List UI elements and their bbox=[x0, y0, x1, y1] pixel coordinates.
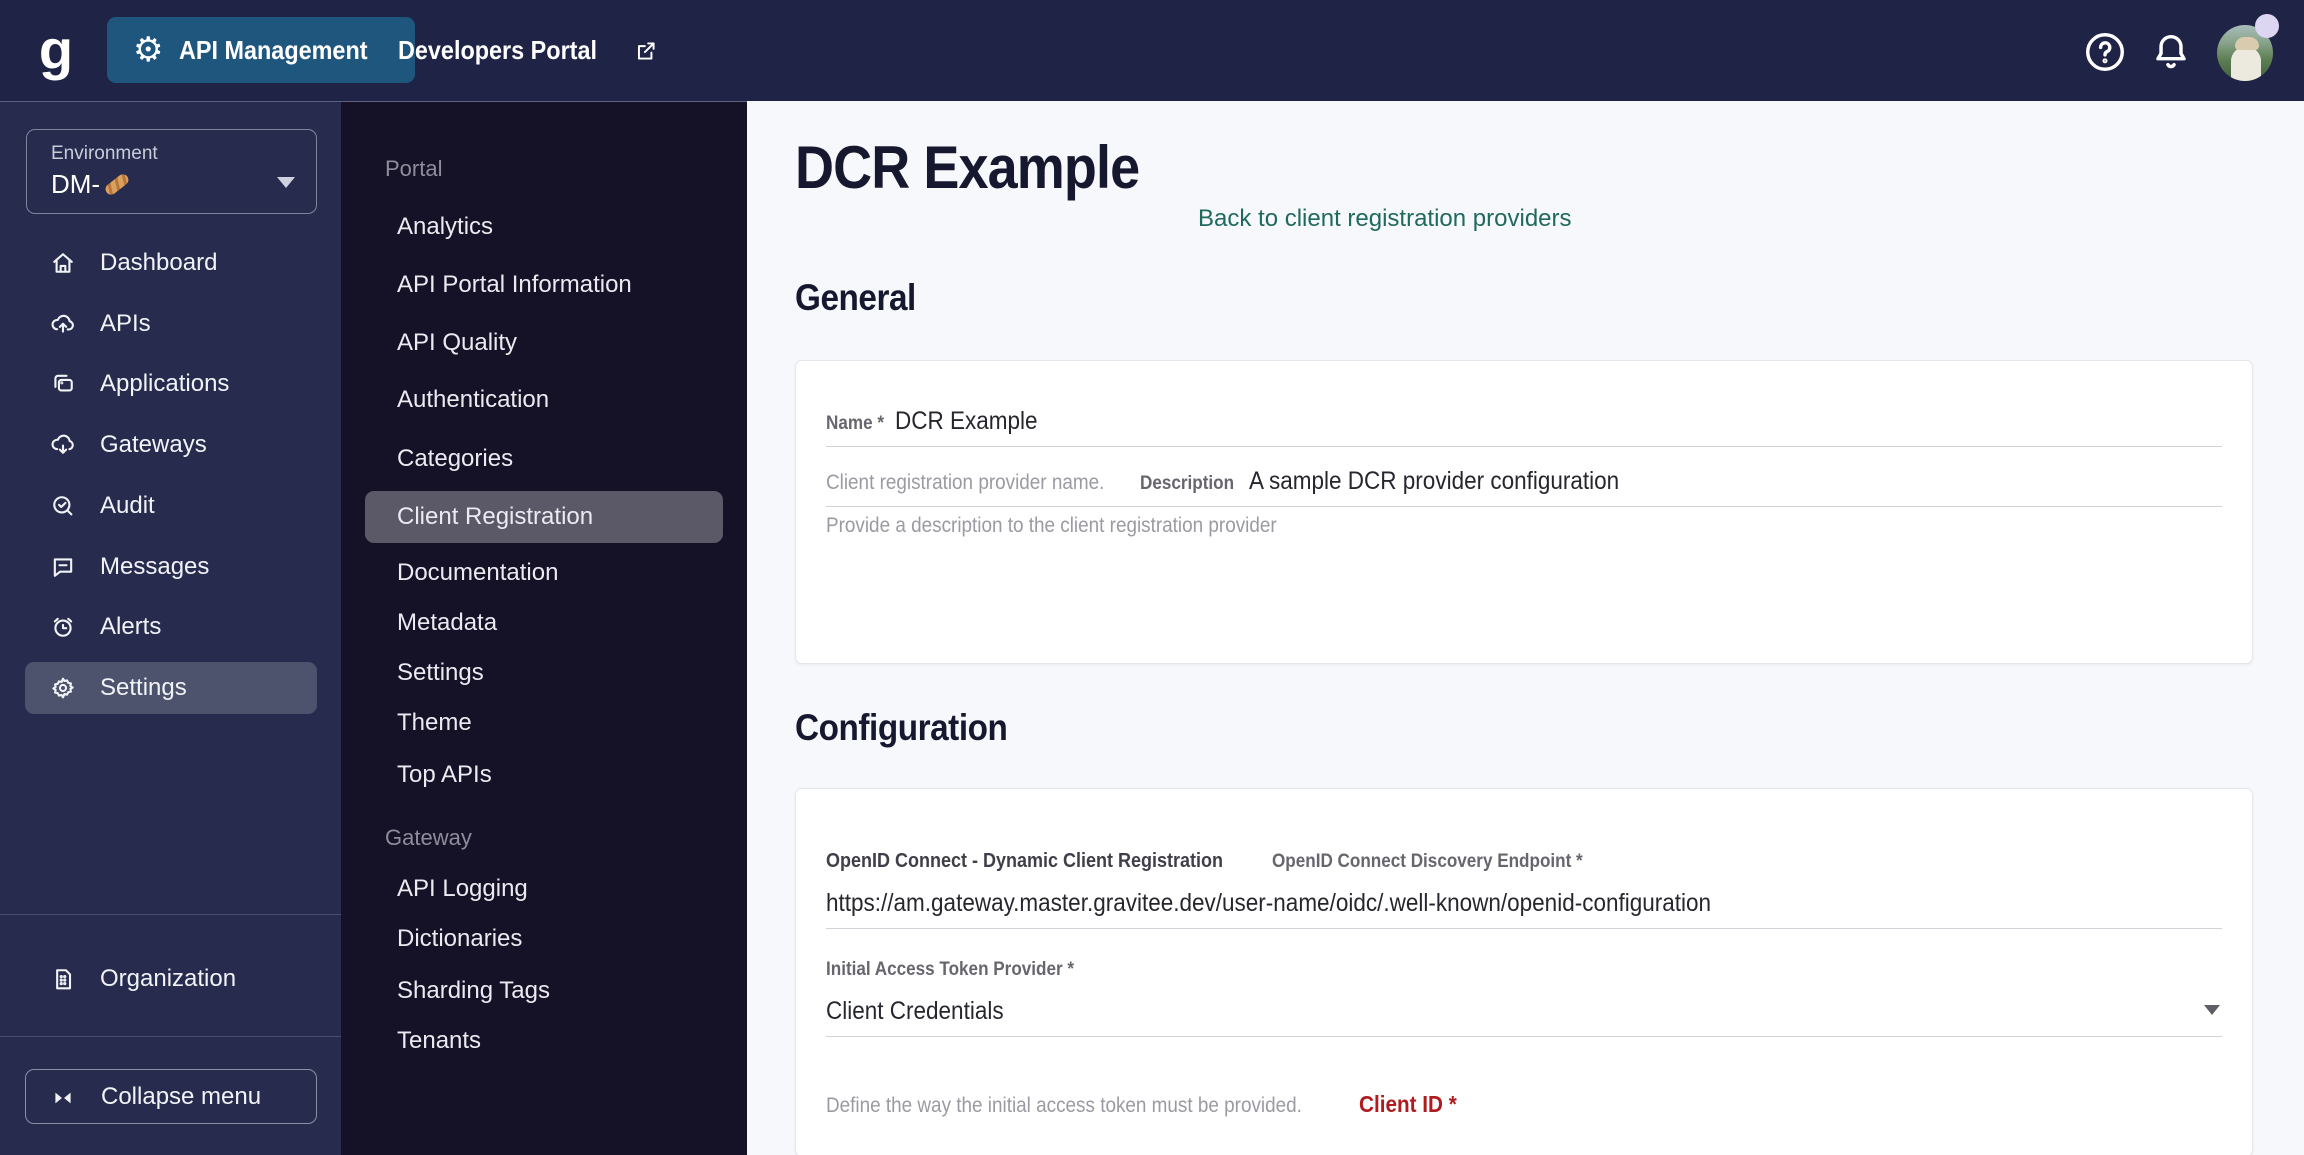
configuration-card: OpenID Connect - Dynamic Client Registra… bbox=[795, 788, 2253, 1155]
discovery-endpoint-input[interactable]: https://am.gateway.master.gravitee.dev/u… bbox=[826, 889, 1711, 918]
token-provider-label: Initial Access Token Provider * bbox=[826, 959, 1074, 981]
developers-portal-label: Developers Portal bbox=[398, 35, 597, 66]
home-icon bbox=[49, 249, 77, 277]
sidebar-item-applications[interactable]: Applications bbox=[25, 358, 317, 410]
client-id-error-label: Client ID * bbox=[1359, 1091, 1457, 1118]
submenu-item-client-registration[interactable]: Client Registration bbox=[397, 503, 593, 531]
sidebar-item-messages[interactable]: Messages bbox=[25, 541, 317, 593]
api-management-button[interactable]: ⚙ API Management bbox=[107, 17, 415, 83]
name-field-hint: Client registration provider name. bbox=[826, 471, 1104, 495]
input-underline bbox=[826, 446, 2222, 447]
message-icon bbox=[49, 553, 77, 581]
token-provider-select[interactable]: Client Credentials bbox=[826, 997, 2222, 1026]
provider-type-subtitle: OpenID Connect - Dynamic Client Registra… bbox=[826, 850, 1223, 873]
help-button[interactable] bbox=[2082, 29, 2128, 75]
name-field-label: Name * bbox=[826, 413, 884, 435]
submenu-item-documentation[interactable]: Documentation bbox=[397, 559, 558, 587]
general-card: Name * DCR Example Client registration p… bbox=[795, 360, 2253, 664]
sidebar-item-dashboard[interactable]: Dashboard bbox=[25, 237, 317, 289]
gravitee-logo[interactable]: g bbox=[32, 12, 80, 88]
baguette-emoji bbox=[103, 172, 130, 197]
submenu-item-api-quality[interactable]: API Quality bbox=[397, 329, 517, 357]
sidebar-divider bbox=[0, 1036, 341, 1037]
description-field-hint: Provide a description to the client regi… bbox=[826, 514, 1277, 538]
sidebar-item-audit[interactable]: Audit bbox=[25, 480, 317, 532]
configuration-section-heading: Configuration bbox=[795, 707, 1007, 749]
submenu-item-theme[interactable]: Theme bbox=[397, 709, 472, 737]
api-management-console: g ⚙ API Management Developers Portal bbox=[0, 0, 2304, 1155]
collapse-icon bbox=[50, 1085, 76, 1111]
submenu-item-metadata[interactable]: Metadata bbox=[397, 609, 497, 637]
sidebar-item-alerts[interactable]: Alerts bbox=[25, 601, 317, 653]
applications-icon bbox=[49, 370, 77, 398]
submenu-item-api-portal-information[interactable]: API Portal Information bbox=[397, 271, 632, 299]
primary-sidebar: Environment DM- Dashboard APIs Applicati… bbox=[0, 101, 341, 1155]
avatar-person-shape bbox=[2231, 47, 2261, 81]
bell-icon bbox=[2148, 29, 2194, 75]
user-status-badge bbox=[2255, 14, 2279, 38]
token-provider-value: Client Credentials bbox=[826, 997, 1004, 1026]
avatar-cap-shape bbox=[2235, 37, 2259, 50]
notifications-button[interactable] bbox=[2148, 29, 2194, 75]
organization-icon bbox=[49, 965, 77, 993]
description-field-input[interactable]: A sample DCR provider configuration bbox=[1249, 467, 1619, 496]
select-caret-icon bbox=[2204, 1005, 2220, 1015]
top-bar: g ⚙ API Management Developers Portal bbox=[0, 0, 2304, 101]
general-section-heading: General bbox=[795, 277, 916, 319]
environment-label: Environment bbox=[51, 143, 316, 165]
submenu-item-tenants[interactable]: Tenants bbox=[397, 1027, 481, 1055]
submenu-item-sharding-tags[interactable]: Sharding Tags bbox=[397, 977, 550, 1005]
api-management-label: API Management bbox=[179, 35, 368, 66]
external-link-icon bbox=[633, 38, 659, 64]
input-underline bbox=[826, 1036, 2222, 1037]
submenu-item-settings[interactable]: Settings bbox=[397, 659, 484, 687]
alarm-clock-icon bbox=[49, 613, 77, 641]
audit-search-icon bbox=[49, 492, 77, 520]
chevron-down-icon bbox=[277, 177, 295, 188]
submenu-item-dictionaries[interactable]: Dictionaries bbox=[397, 925, 522, 953]
sidebar-item-organization[interactable]: Organization bbox=[25, 953, 317, 1005]
gear-icon bbox=[49, 674, 77, 702]
submenu-item-authentication[interactable]: Authentication bbox=[397, 386, 549, 414]
cloud-download-icon bbox=[49, 431, 77, 459]
collapse-menu-button[interactable]: Collapse menu bbox=[25, 1069, 317, 1124]
developers-portal-link[interactable]: Developers Portal bbox=[398, 0, 659, 101]
submenu-item-top-apis[interactable]: Top APIs bbox=[397, 761, 492, 789]
environment-selector[interactable]: Environment DM- bbox=[26, 129, 317, 214]
sidebar-divider bbox=[0, 914, 341, 915]
submenu-item-analytics[interactable]: Analytics bbox=[397, 213, 493, 241]
gear-icon: ⚙ bbox=[133, 33, 163, 67]
sidebar-item-settings[interactable]: Settings bbox=[25, 662, 317, 714]
description-field-label: Description bbox=[1140, 473, 1234, 495]
discovery-endpoint-label: OpenID Connect Discovery Endpoint * bbox=[1272, 851, 1583, 873]
input-underline bbox=[826, 506, 2222, 507]
help-circle-icon bbox=[2082, 29, 2128, 75]
settings-submenu: Portal Analytics API Portal Information … bbox=[341, 101, 747, 1155]
submenu-section-portal: Portal bbox=[385, 155, 442, 183]
submenu-item-categories[interactable]: Categories bbox=[397, 445, 513, 473]
sidebar-item-gateways[interactable]: Gateways bbox=[25, 419, 317, 471]
cloud-upload-icon bbox=[49, 310, 77, 338]
page-title: DCR Example bbox=[795, 135, 1139, 201]
input-underline bbox=[826, 928, 2222, 929]
main-content: DCR Example Back to client registration … bbox=[747, 101, 2304, 1155]
submenu-section-gateway: Gateway bbox=[385, 824, 472, 852]
token-provider-hint: Define the way the initial access token … bbox=[826, 1094, 1302, 1118]
submenu-item-api-logging[interactable]: API Logging bbox=[397, 875, 528, 903]
sidebar-item-apis[interactable]: APIs bbox=[25, 298, 317, 350]
back-to-providers-link[interactable]: Back to client registration providers bbox=[1198, 205, 1572, 233]
name-field-input[interactable]: DCR Example bbox=[895, 407, 1038, 436]
